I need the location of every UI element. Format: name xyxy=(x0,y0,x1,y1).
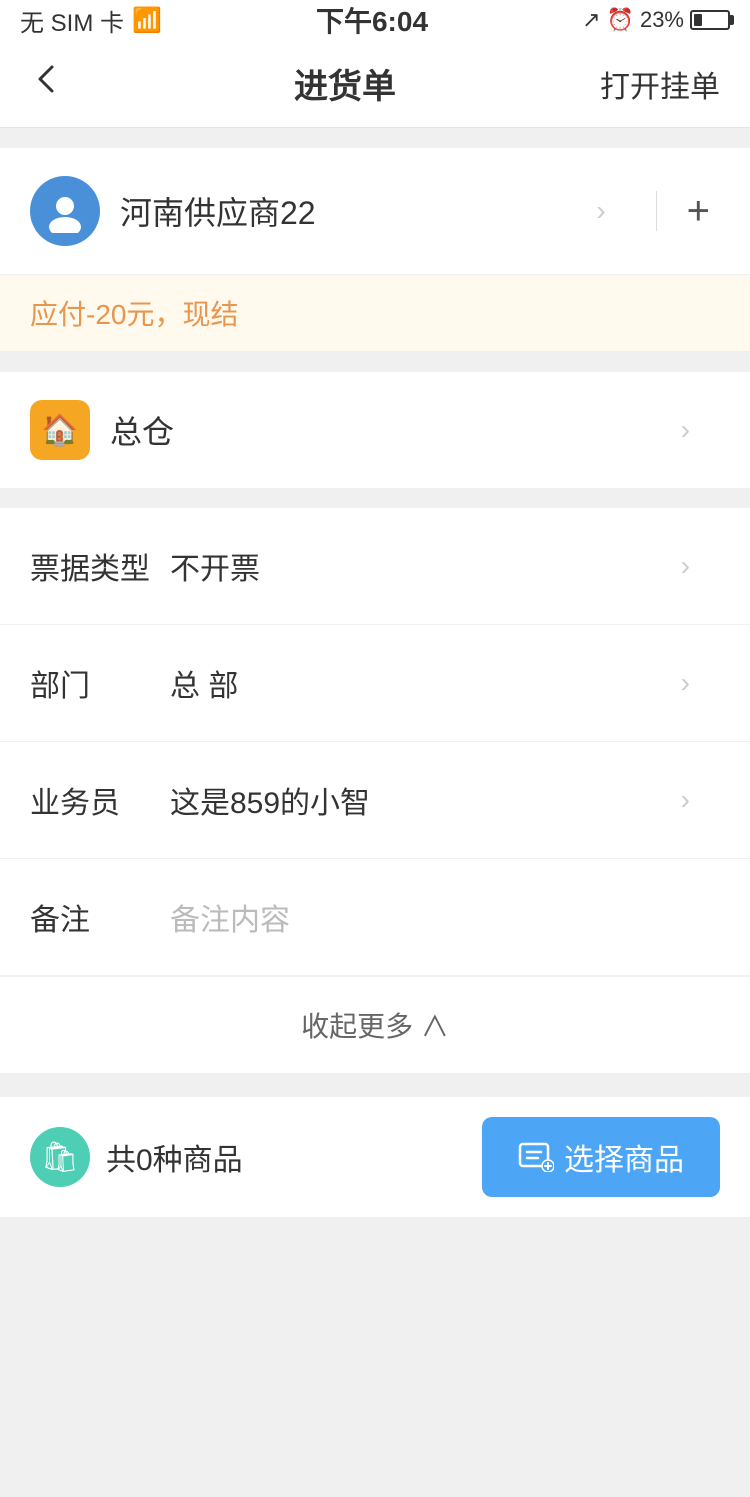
goods-icon-wrap: 🛍 xyxy=(30,1127,90,1187)
supplier-notice: 应付-20元，现结 xyxy=(0,275,750,351)
supplier-section: 河南供应商22 › + 应付-20元，现结 xyxy=(0,148,750,351)
supplier-divider xyxy=(656,191,657,231)
form-row-salesperson[interactable]: 业务员 这是859的小智 › xyxy=(0,742,750,859)
collapse-label: 收起更多 ∧ xyxy=(301,1005,449,1045)
form-section: 票据类型 不开票 › 部门 总 部 › 业务员 这是859的小智 › 备注 备注… xyxy=(0,508,750,1073)
form-row-department[interactable]: 部门 总 部 › xyxy=(0,625,750,742)
department-label: 部门 xyxy=(30,661,170,705)
location-icon: ↗ xyxy=(582,7,600,33)
back-button[interactable] xyxy=(30,57,90,110)
gap-1 xyxy=(0,128,750,148)
salesperson-value: 这是859的小智 xyxy=(170,778,681,822)
goods-count-text: 共0种商品 xyxy=(106,1135,243,1179)
department-value: 总 部 xyxy=(170,661,681,705)
wifi-icon: 📶 xyxy=(132,6,162,35)
goods-info: 🛍 共0种商品 xyxy=(30,1127,462,1187)
warehouse-row[interactable]: 🏠 总仓 › xyxy=(0,371,750,488)
nav-bar: 进货单 打开挂单 xyxy=(0,40,750,128)
warehouse-chevron-icon: › xyxy=(681,414,690,446)
battery-text: 23% xyxy=(640,7,684,33)
gap-3 xyxy=(0,488,750,508)
form-row-remark[interactable]: 备注 备注内容 xyxy=(0,859,750,976)
remark-label: 备注 xyxy=(30,895,170,939)
alarm-icon: ⏰ xyxy=(607,7,634,33)
select-goods-icon xyxy=(518,1142,554,1172)
salesperson-label: 业务员 xyxy=(30,778,170,822)
goods-bag-icon: 🛍 xyxy=(41,1140,79,1175)
invoice-label: 票据类型 xyxy=(30,544,170,588)
supplier-row[interactable]: 河南供应商22 › + xyxy=(0,148,750,275)
form-row-invoice[interactable]: 票据类型 不开票 › xyxy=(0,508,750,625)
warehouse-icon-wrap: 🏠 xyxy=(30,400,90,460)
supplier-name: 河南供应商22 xyxy=(120,188,596,234)
remark-input[interactable]: 备注内容 xyxy=(170,895,720,939)
page-background xyxy=(0,1217,750,1497)
select-goods-button[interactable]: 选择商品 xyxy=(482,1117,720,1197)
bottom-bar: 🛍 共0种商品 选择商品 xyxy=(0,1095,750,1217)
carrier-text: 无 SIM 卡 xyxy=(20,3,124,38)
gap-2 xyxy=(0,351,750,371)
salesperson-chevron-icon: › xyxy=(681,784,690,816)
department-chevron-icon: › xyxy=(681,667,690,699)
warehouse-icon: 🏠 xyxy=(41,413,78,448)
supplier-chevron-icon: › xyxy=(596,195,605,227)
invoice-value: 不开票 xyxy=(170,544,681,588)
open-pending-button[interactable]: 打开挂单 xyxy=(600,62,720,106)
select-goods-label: 选择商品 xyxy=(564,1135,684,1179)
invoice-chevron-icon: › xyxy=(681,550,690,582)
page-title: 进货单 xyxy=(294,59,396,108)
status-left: 无 SIM 卡 📶 xyxy=(20,3,162,38)
add-supplier-button[interactable]: + xyxy=(677,189,720,234)
warehouse-name: 总仓 xyxy=(110,407,681,453)
gap-4 xyxy=(0,1073,750,1093)
supplier-avatar xyxy=(30,176,100,246)
status-bar: 无 SIM 卡 📶 下午6:04 ↗ ⏰ 23% xyxy=(0,0,750,40)
collapse-row[interactable]: 收起更多 ∧ xyxy=(0,976,750,1073)
status-right: ↗ ⏰ 23% xyxy=(582,7,730,33)
battery-icon xyxy=(690,10,730,30)
status-time: 下午6:04 xyxy=(316,0,428,40)
warehouse-section: 🏠 总仓 › xyxy=(0,371,750,488)
